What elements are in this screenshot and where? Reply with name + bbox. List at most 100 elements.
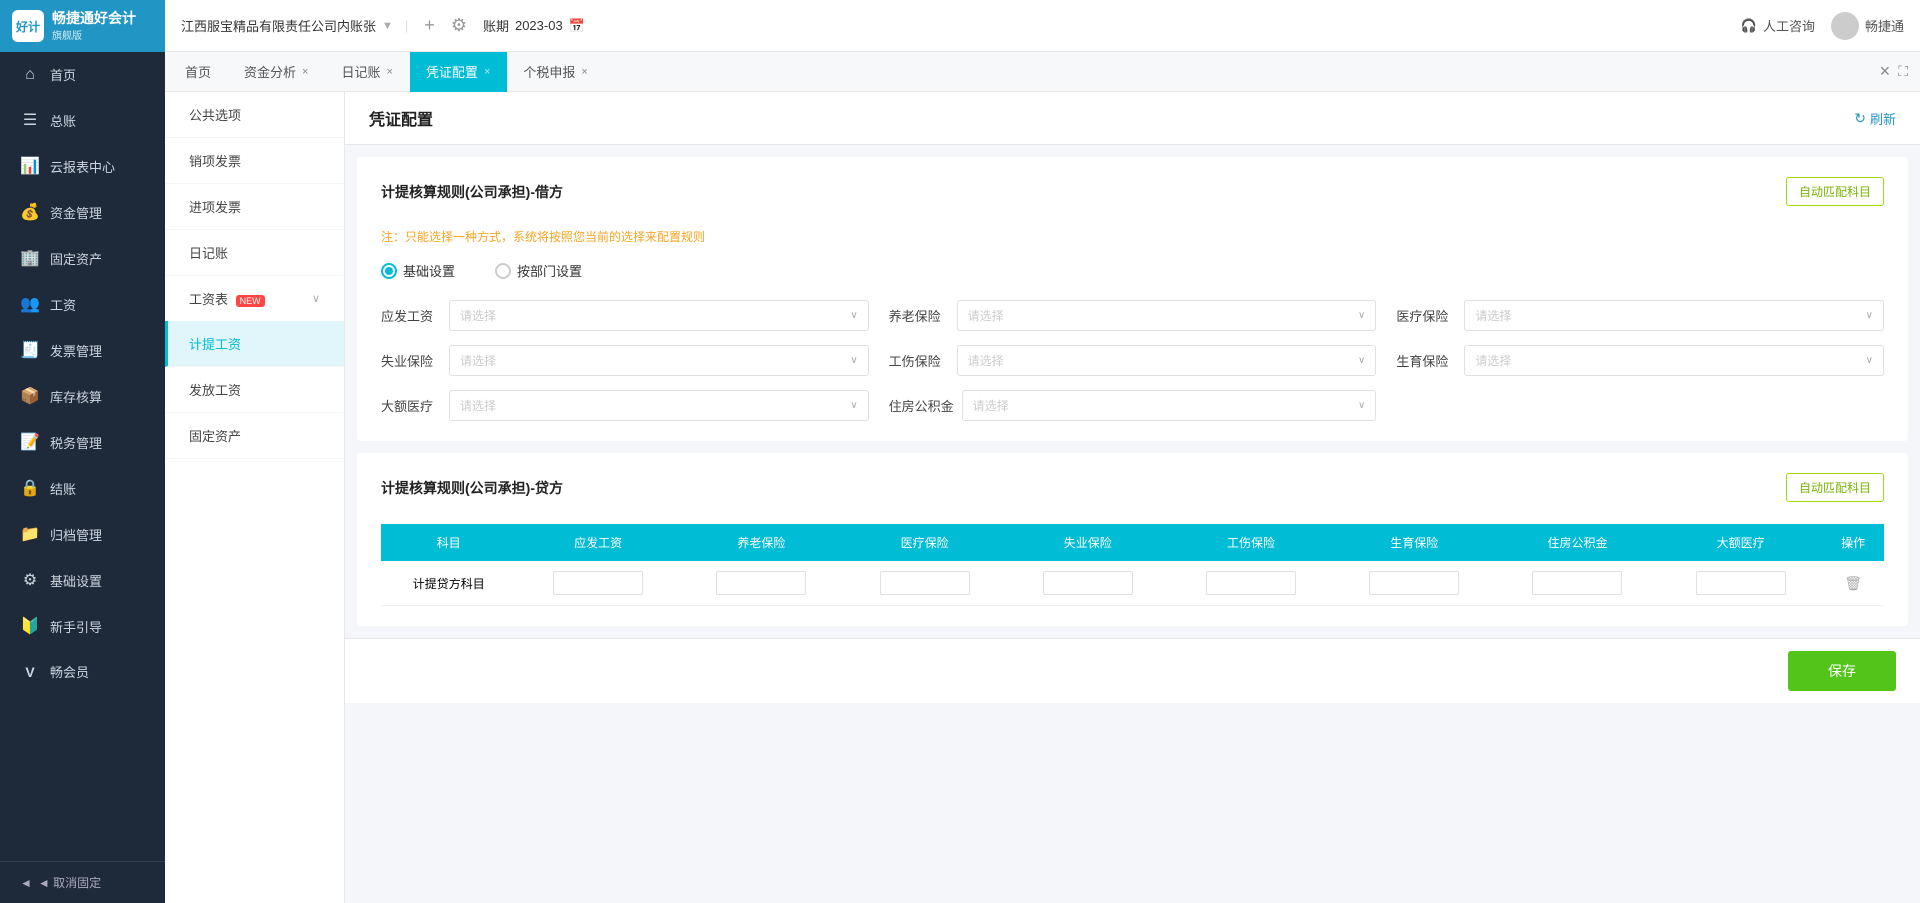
- tab-tax[interactable]: 个税申报 ×: [507, 52, 604, 92]
- expand-arrow-icon: ∨: [312, 292, 320, 305]
- sidebar-item-home[interactable]: ⌂ 首页: [0, 52, 165, 97]
- radio-group: 基础设置 按部门设置: [381, 261, 1884, 280]
- period-selector[interactable]: 账期 2023-03 📅: [483, 16, 585, 35]
- label-pension: 养老保险: [889, 306, 949, 325]
- credit-section: 计提核算规则(公司承担)-贷方 自动匹配科目 科目 应发工资 养老保险 医疗保险…: [357, 453, 1908, 626]
- support-button[interactable]: 🎧 人工咨询: [1741, 16, 1815, 35]
- user-name: 畅捷通: [1865, 16, 1904, 35]
- sidebar-label-close: 结账: [50, 479, 76, 498]
- sidebar-item-inventory[interactable]: 📦 库存核算: [0, 373, 165, 419]
- radio-basic[interactable]: 基础设置: [381, 261, 455, 280]
- user-menu[interactable]: 畅捷通: [1831, 12, 1904, 40]
- credit-auto-match-button[interactable]: 自动匹配科目: [1786, 473, 1884, 502]
- select-arrow-icon: ∨: [1358, 400, 1365, 411]
- sub-item-public[interactable]: 公共选项: [165, 92, 344, 138]
- bottom-bar: 保存: [345, 638, 1920, 703]
- refresh-icon: ↻: [1854, 110, 1866, 127]
- col-subject: 科目: [381, 524, 517, 561]
- sidebar-label-ledger: 总账: [50, 111, 76, 130]
- tab-journal-close[interactable]: ×: [386, 66, 392, 78]
- cancel-fixed-button[interactable]: ◄ ◄ 取消固定: [0, 861, 165, 903]
- sub-item-accrual[interactable]: 计提工资: [165, 321, 344, 367]
- tab-voucher[interactable]: 凭证配置 ×: [410, 52, 507, 92]
- cell-big-medical[interactable]: [1659, 561, 1822, 606]
- sidebar-item-archive[interactable]: 📁 归档管理: [0, 511, 165, 557]
- select-arrow-icon: ∨: [850, 400, 857, 411]
- cell-maternity[interactable]: [1333, 561, 1496, 606]
- credit-table: 科目 应发工资 养老保险 医疗保险 失业保险 工伤保险 生育保险 住房公积金 大…: [381, 524, 1884, 606]
- sidebar-item-guide[interactable]: 🔰 新手引导: [0, 603, 165, 649]
- tab-voucher-close[interactable]: ×: [484, 66, 490, 78]
- sidebar-label-home: 首页: [50, 65, 76, 84]
- sub-item-salary-table[interactable]: 工资表 NEW ∨: [165, 276, 344, 321]
- add-company-button[interactable]: +: [420, 15, 439, 36]
- tab-home[interactable]: 首页: [169, 52, 228, 92]
- sidebar-item-close[interactable]: 🔒 结账: [0, 465, 165, 511]
- input-maternity[interactable]: [1369, 571, 1459, 595]
- sidebar-item-settings[interactable]: ⚙ 基础设置: [0, 557, 165, 603]
- select-housing[interactable]: 请选择 ∨: [962, 390, 1377, 421]
- select-apply-salary[interactable]: 请选择 ∨: [449, 300, 869, 331]
- input-pension[interactable]: [716, 571, 806, 595]
- sub-item-sales[interactable]: 销项发票: [165, 138, 344, 184]
- cell-housing[interactable]: [1496, 561, 1659, 606]
- capital-icon: 💰: [20, 202, 40, 222]
- sub-item-journal[interactable]: 日记账: [165, 230, 344, 276]
- cell-apply-salary[interactable]: [517, 561, 680, 606]
- input-housing[interactable]: [1532, 571, 1622, 595]
- delete-row-button[interactable]: 🗑: [1844, 575, 1862, 591]
- tab-journal[interactable]: 日记账 ×: [325, 52, 409, 92]
- sidebar-item-capital[interactable]: 💰 资金管理: [0, 189, 165, 235]
- tab-close-button[interactable]: ×: [1880, 61, 1891, 82]
- sidebar-item-ledger[interactable]: ☰ 总账: [0, 97, 165, 143]
- company-selector[interactable]: 江西服宝精品有限责任公司内账张 ▼: [181, 16, 393, 35]
- radio-dept[interactable]: 按部门设置: [495, 261, 582, 280]
- ledger-icon: ☰: [20, 110, 40, 130]
- select-unemployment[interactable]: 请选择 ∨: [449, 345, 869, 376]
- tab-journal-label: 日记账: [341, 62, 380, 81]
- sidebar-item-member[interactable]: V 畅会员: [0, 649, 165, 694]
- save-button[interactable]: 保存: [1788, 651, 1896, 691]
- col-injury: 工伤保险: [1169, 524, 1332, 561]
- field-medical: 医疗保险 请选择 ∨: [1396, 300, 1884, 331]
- tax-icon: 📝: [20, 432, 40, 452]
- cell-medical[interactable]: [843, 561, 1006, 606]
- sidebar-item-tax[interactable]: 📝 税务管理: [0, 419, 165, 465]
- tab-expand-button[interactable]: ⛶: [1898, 63, 1908, 80]
- sidebar-item-invoice[interactable]: 🧾 发票管理: [0, 327, 165, 373]
- cell-unemployment[interactable]: [1006, 561, 1169, 606]
- sub-item-payment[interactable]: 发放工资: [165, 367, 344, 413]
- refresh-button[interactable]: ↻ 刷新: [1854, 109, 1896, 128]
- debit-section-note: 注：只能选择一种方式，系统将按照您当前的选择来配置规则: [381, 228, 1884, 245]
- debit-auto-match-button[interactable]: 自动匹配科目: [1786, 177, 1884, 206]
- tab-capital[interactable]: 资金分析 ×: [228, 52, 325, 92]
- home-icon: ⌂: [20, 66, 40, 84]
- topbar-settings-icon[interactable]: ⚙: [451, 15, 467, 36]
- sidebar-item-reports[interactable]: 📊 云报表中心: [0, 143, 165, 189]
- cell-pension[interactable]: [680, 561, 843, 606]
- cell-injury[interactable]: [1169, 561, 1332, 606]
- select-big-medical[interactable]: 请选择 ∨: [449, 390, 869, 421]
- select-pension[interactable]: 请选择 ∨: [957, 300, 1377, 331]
- sidebar-item-assets[interactable]: 🏢 固定资产: [0, 235, 165, 281]
- input-unemployment[interactable]: [1043, 571, 1133, 595]
- inventory-icon: 📦: [20, 386, 40, 406]
- page-title: 凭证配置: [369, 106, 433, 130]
- input-medical[interactable]: [880, 571, 970, 595]
- input-big-medical[interactable]: [1696, 571, 1786, 595]
- select-arrow-icon: ∨: [1866, 355, 1873, 366]
- sidebar-item-salary[interactable]: 👥 工资: [0, 281, 165, 327]
- input-injury[interactable]: [1206, 571, 1296, 595]
- sub-item-fixed-assets[interactable]: 固定资产: [165, 413, 344, 459]
- input-apply-salary[interactable]: [553, 571, 643, 595]
- sub-item-purchase[interactable]: 进项发票: [165, 184, 344, 230]
- tab-capital-close[interactable]: ×: [302, 66, 308, 78]
- select-medical[interactable]: 请选择 ∨: [1464, 300, 1884, 331]
- tab-tax-close[interactable]: ×: [581, 66, 587, 78]
- sidebar-label-reports: 云报表中心: [50, 157, 115, 176]
- sidebar-label-assets: 固定资产: [50, 249, 102, 268]
- select-injury[interactable]: 请选择 ∨: [957, 345, 1377, 376]
- table-row: 计提贷方科目 🗑: [381, 561, 1884, 606]
- select-arrow-icon: ∨: [850, 310, 857, 321]
- select-maternity[interactable]: 请选择 ∨: [1464, 345, 1884, 376]
